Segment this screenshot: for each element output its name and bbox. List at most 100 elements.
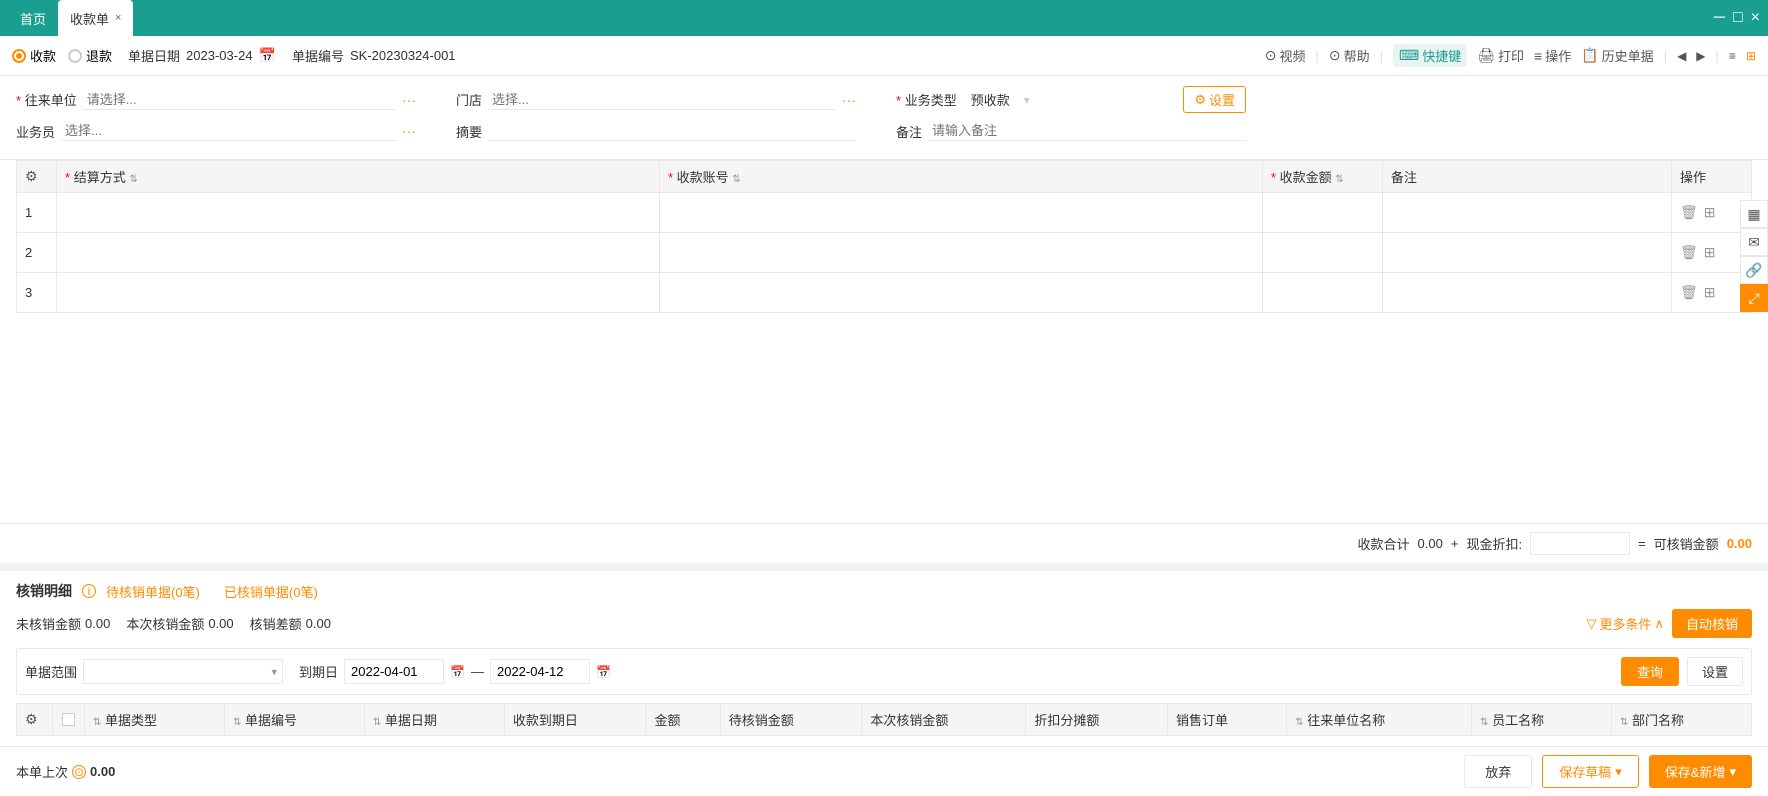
- date-from-input[interactable]: [344, 659, 444, 684]
- salesman-more-icon[interactable]: ···: [402, 123, 416, 139]
- filter-setting-btn[interactable]: 设置: [1687, 657, 1743, 686]
- date-value[interactable]: 2023-03-24: [186, 48, 253, 63]
- sep2: |: [1380, 48, 1383, 63]
- store-input[interactable]: [488, 90, 836, 110]
- tab-active[interactable]: 收款单 ×: [58, 0, 133, 36]
- history-btn[interactable]: 📋 历史单据: [1581, 46, 1653, 65]
- main-content: 收款 退款 单据日期 2023-03-24 📅 单据编号 SK-20230324…: [0, 36, 1768, 796]
- account-sort-icon[interactable]: ⇅: [732, 174, 740, 185]
- counterparty-input[interactable]: [83, 90, 396, 110]
- side-table-icon[interactable]: ▦: [1740, 200, 1768, 228]
- header-checkbox[interactable]: [62, 713, 75, 726]
- sep1: |: [1315, 48, 1318, 63]
- row1-amount[interactable]: [1262, 193, 1382, 233]
- radio-refund[interactable]: 退款: [68, 46, 112, 65]
- window-close-icon[interactable]: ×: [1751, 9, 1760, 27]
- th-account-label: 收款账号: [677, 170, 729, 185]
- docno-label: 单据编号: [292, 46, 344, 65]
- discount-input[interactable]: [1530, 532, 1630, 555]
- row1-settlement[interactable]: [57, 193, 660, 233]
- diff-value: 0.00: [306, 616, 331, 631]
- date-from-calendar-icon[interactable]: 📅: [450, 665, 465, 679]
- settings-button[interactable]: ⚙ 设置: [1183, 86, 1246, 113]
- row3-delete-icon[interactable]: 🗑: [1680, 284, 1698, 301]
- query-btn[interactable]: 查询: [1621, 657, 1679, 686]
- bth-discount: 折扣分摊额: [1026, 704, 1168, 736]
- amount-sort-icon[interactable]: ⇅: [1335, 174, 1343, 185]
- current-label: 本次核销金额: [126, 614, 204, 633]
- remarks-input[interactable]: [928, 121, 1246, 141]
- reconcile-header: 核销明细 i 待核销单据(0笔) 已核销单据(0笔): [16, 581, 1752, 601]
- video-btn[interactable]: ⊙ 视频: [1265, 46, 1306, 65]
- summary-label: 摘要: [456, 122, 482, 141]
- range-select[interactable]: [83, 659, 283, 684]
- reconcile-tabs: 待核销单据(0笔) 已核销单据(0笔): [106, 582, 318, 601]
- side-expand-icon[interactable]: ⤢: [1740, 284, 1768, 312]
- row2-remark[interactable]: [1382, 233, 1671, 273]
- completed-tab[interactable]: 已核销单据(0笔): [224, 582, 318, 601]
- print-btn[interactable]: 🖨 打印: [1477, 46, 1524, 65]
- side-mail-icon[interactable]: ✉: [1740, 228, 1768, 256]
- biztype-dropdown-icon[interactable]: ▾: [1024, 93, 1030, 107]
- next-btn[interactable]: ▶: [1696, 49, 1705, 63]
- row2-amount[interactable]: [1262, 233, 1382, 273]
- docno-value[interactable]: SK-20230324-001: [350, 48, 456, 63]
- shortcut-btn[interactable]: ⌨ 快捷键: [1393, 44, 1467, 67]
- filter-row: 单据范围 到期日 📅 — 📅 查询 设置: [16, 648, 1752, 695]
- remarks-label: 备注: [896, 122, 922, 141]
- row1-delete-icon[interactable]: 🗑: [1680, 204, 1698, 221]
- row2-settlement[interactable]: [57, 233, 660, 273]
- row2-account[interactable]: [659, 233, 1262, 273]
- tab-bar: 首页 收款单 × ─ □ ×: [0, 0, 1768, 36]
- layout2-btn[interactable]: ⊞: [1746, 49, 1756, 63]
- row1-account[interactable]: [659, 193, 1262, 233]
- more-conditions-btn[interactable]: ▽ 更多条件 ∧: [1586, 614, 1664, 633]
- bth-doctype: ⇅ 单据类型: [85, 704, 225, 736]
- auto-reconcile-btn[interactable]: 自动核销: [1672, 609, 1752, 638]
- th-amount-label: 收款金额: [1280, 170, 1332, 185]
- layout1-btn[interactable]: ≡: [1729, 49, 1736, 63]
- help-btn[interactable]: ⊙ 帮助: [1329, 46, 1370, 65]
- date-to-input[interactable]: [490, 659, 590, 684]
- video-label: 视频: [1279, 46, 1305, 65]
- duedate-label: 到期日: [299, 662, 338, 681]
- radio-receipt[interactable]: 收款: [12, 46, 56, 65]
- tab-home[interactable]: 首页: [8, 0, 58, 36]
- row1-remark[interactable]: [1382, 193, 1671, 233]
- save-draft-chevron: ▾: [1615, 764, 1622, 780]
- action-btn[interactable]: ≡ 操作: [1534, 46, 1571, 65]
- reconcile-title: 核销明细: [16, 581, 72, 601]
- row3-settlement[interactable]: [57, 273, 660, 313]
- row3-amount[interactable]: [1262, 273, 1382, 313]
- reconcile-info-icon[interactable]: i: [82, 584, 96, 598]
- row2-copy-icon[interactable]: ⊞: [1704, 244, 1716, 261]
- store-more-icon[interactable]: ···: [842, 92, 856, 108]
- footer-value: 0.00: [90, 764, 115, 779]
- row3-account[interactable]: [659, 273, 1262, 313]
- row1-copy-icon[interactable]: ⊞: [1704, 204, 1716, 221]
- bottom-table-settings-icon[interactable]: ⚙: [25, 711, 38, 727]
- bth-amount: 金额: [646, 704, 720, 736]
- date-to-calendar-icon[interactable]: 📅: [596, 665, 611, 679]
- save-new-btn[interactable]: 保存&新增 ▾: [1649, 755, 1752, 788]
- radio-group: 收款 退款: [12, 46, 112, 65]
- pending-tab[interactable]: 待核销单据(0笔): [106, 582, 200, 601]
- tab-close-icon[interactable]: ×: [115, 12, 121, 24]
- minimize-icon[interactable]: ─: [1714, 9, 1725, 27]
- footer-info-icon[interactable]: ⊙: [72, 765, 86, 779]
- save-draft-btn[interactable]: 保存草稿 ▾: [1542, 755, 1639, 788]
- table-settings-icon[interactable]: ⚙: [25, 168, 38, 184]
- row3-remark[interactable]: [1382, 273, 1671, 313]
- maximize-icon[interactable]: □: [1733, 9, 1743, 27]
- calendar-icon[interactable]: 📅: [259, 47, 276, 64]
- prev-btn[interactable]: ◀: [1677, 49, 1686, 63]
- row3-copy-icon[interactable]: ⊞: [1704, 284, 1716, 301]
- summary-input[interactable]: [488, 121, 856, 141]
- row2-delete-icon[interactable]: 🗑: [1680, 244, 1698, 261]
- settlement-sort-icon[interactable]: ⇅: [129, 174, 137, 185]
- abandon-btn[interactable]: 放弃: [1464, 755, 1532, 788]
- side-link-icon[interactable]: 🔗: [1740, 256, 1768, 284]
- help-icon: ⊙: [1329, 47, 1341, 64]
- counterparty-more-icon[interactable]: ···: [402, 92, 416, 108]
- salesman-input[interactable]: [61, 121, 396, 141]
